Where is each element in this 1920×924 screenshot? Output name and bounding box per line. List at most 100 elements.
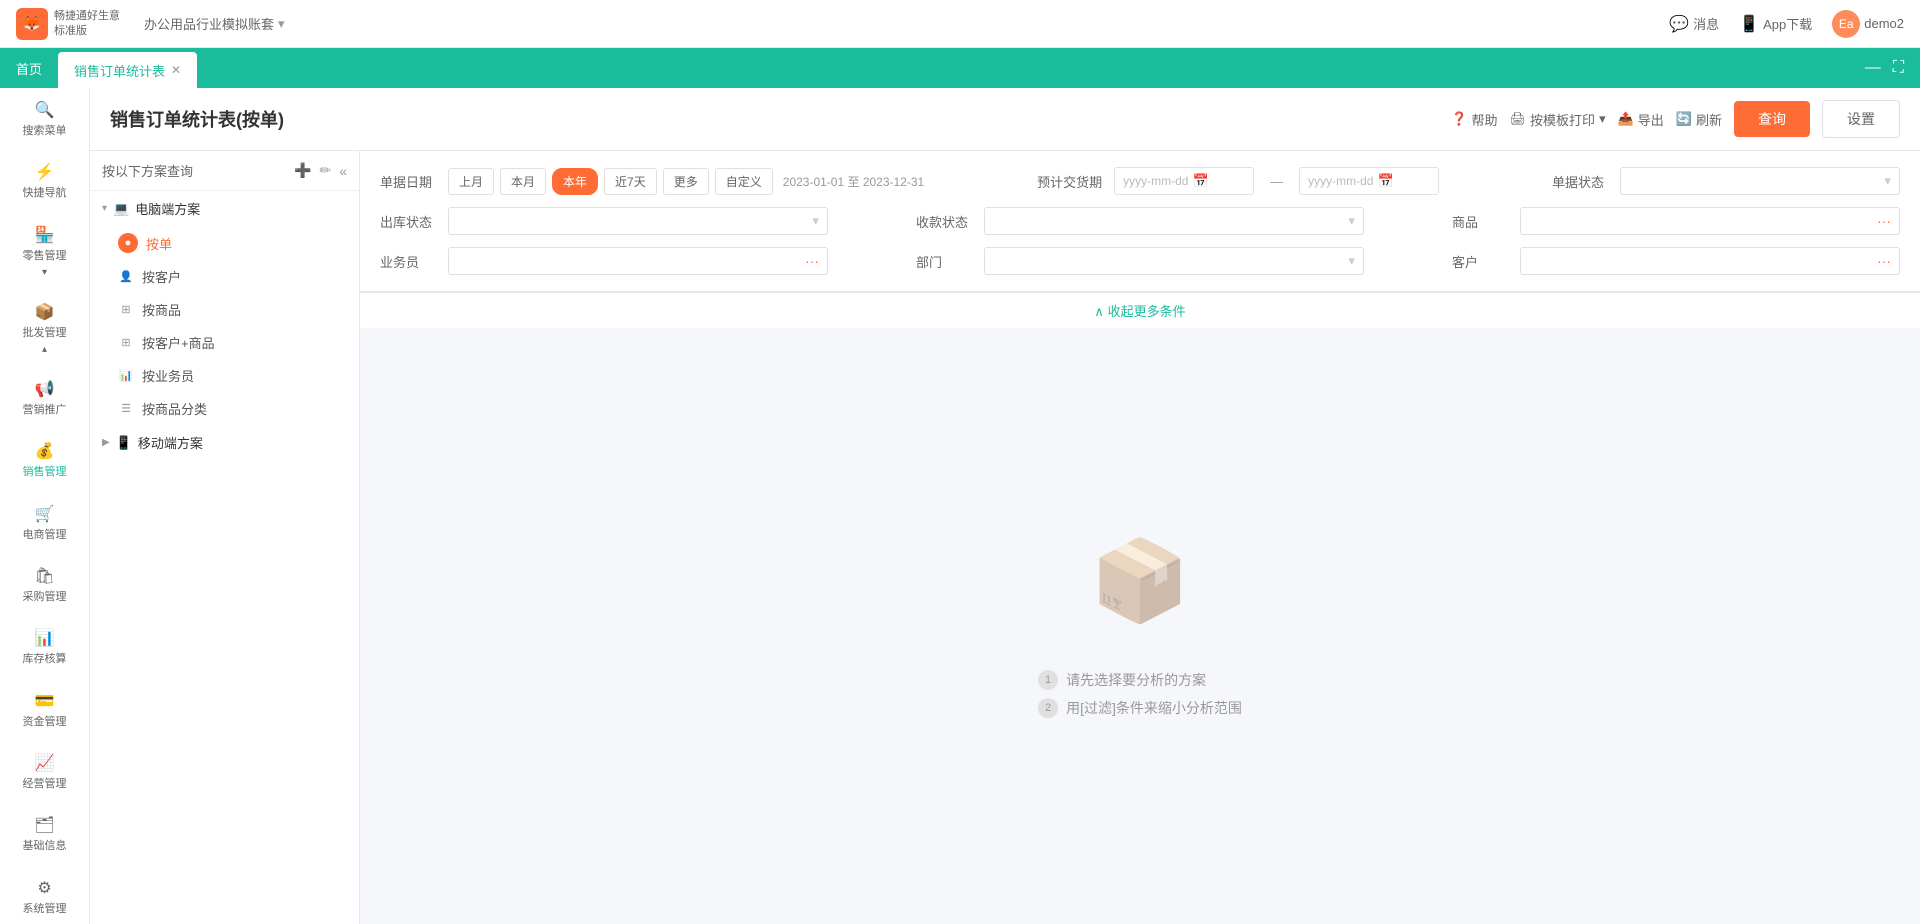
- last-7days-btn[interactable]: 近7天: [604, 168, 657, 195]
- customer-select[interactable]: ···: [1520, 247, 1900, 275]
- message-icon: 💬: [1669, 14, 1689, 34]
- print-icon: 🖨: [1510, 111, 1527, 127]
- tree-item-by-customer-goods[interactable]: ⊞ 按客户+商品: [90, 326, 359, 359]
- sidebar-item-wholesale[interactable]: 📦 批发管理 ▴: [0, 290, 89, 367]
- doc-status-select[interactable]: ▾: [1620, 167, 1900, 195]
- wholesale-arrow-icon: ▴: [42, 344, 47, 355]
- user-menu[interactable]: Ea demo2: [1832, 10, 1904, 38]
- goods-scheme-icon: ⊞: [118, 302, 134, 318]
- computer-icon: 💻: [113, 201, 129, 217]
- help-button[interactable]: ❓ 帮助: [1451, 110, 1497, 129]
- payment-select[interactable]: ▾: [984, 207, 1364, 235]
- page-title: 销售订单统计表(按单): [110, 106, 284, 132]
- date-range-text: 2023-01-01 至 2023-12-31: [783, 173, 924, 190]
- tree-mobile-caret-icon: ▶: [102, 437, 110, 448]
- wholesale-icon: 📦: [35, 302, 55, 322]
- breadcrumb-arrow-icon[interactable]: ▾: [278, 16, 285, 32]
- page-actions: ❓ 帮助 🖨 按模板打印 ▾ 📤 导出 🔄 刷新: [1451, 100, 1900, 138]
- sidebar-item-purchase[interactable]: 🛍 采购管理: [0, 554, 89, 616]
- inventory-icon: 📊: [35, 628, 55, 648]
- goods-label: 商品: [1452, 212, 1508, 231]
- edit-scheme-icon[interactable]: ✏: [319, 162, 331, 179]
- sidebar-item-quicknav[interactable]: ⚡ 快捷导航: [0, 150, 89, 212]
- last-month-btn[interactable]: 上月: [448, 168, 494, 195]
- tree-desktop-parent[interactable]: ▾ 💻 电脑端方案: [90, 191, 359, 226]
- tree-item-by-customer[interactable]: 👤 按客户: [90, 260, 359, 293]
- goods-select[interactable]: ···: [1520, 207, 1900, 235]
- close-tab-icon[interactable]: ✕: [171, 63, 181, 77]
- left-panel-header: 按以下方案查询 ➕ ✏ «: [90, 151, 359, 191]
- this-month-btn[interactable]: 本月: [500, 168, 546, 195]
- tree-item-by-goods[interactable]: ⊞ 按商品: [90, 293, 359, 326]
- selected-badge: ●: [118, 233, 138, 253]
- filter-row-1: 单据日期 上月 本月 本年 近7天 更多 自定义 2023-01-01 至 20…: [380, 167, 1900, 195]
- logo-text: 畅捷通好生意 标准版: [54, 9, 120, 38]
- tree-item-by-order[interactable]: ● 按单: [90, 226, 359, 260]
- collapse-panel-icon[interactable]: «: [339, 163, 347, 179]
- maximize-icon[interactable]: ⛶: [1893, 59, 1904, 77]
- expected-date-label: 预计交货期: [1037, 172, 1102, 191]
- sidebar-item-operations[interactable]: 📈 经营管理: [0, 741, 89, 803]
- sidebar-item-ecommerce[interactable]: 🛒 电商管理: [0, 492, 89, 554]
- date-label: 单据日期: [380, 172, 436, 191]
- left-panel-icons: ➕ ✏ «: [294, 162, 347, 179]
- delivery-select[interactable]: ▾: [448, 207, 828, 235]
- refresh-icon: 🔄: [1676, 111, 1692, 127]
- export-icon: 📤: [1618, 111, 1634, 127]
- page-header: 销售订单统计表(按单) ❓ 帮助 🖨 按模板打印 ▾ 📤 导出: [90, 88, 1920, 151]
- sidebar-item-system[interactable]: ⚙ 系统管理: [0, 866, 89, 924]
- right-content: 单据日期 上月 本月 本年 近7天 更多 自定义 2023-01-01 至 20…: [360, 151, 1920, 924]
- tab-sales-order[interactable]: 销售订单统计表 ✕: [58, 52, 197, 88]
- top-header: 🦊 畅捷通好生意 标准版 办公用品行业模拟账套 ▾ 💬 消息 📱 App下载 E…: [0, 0, 1920, 48]
- empty-hints: 1 请先选择要分析的方案 2 用[过滤]条件来缩小分析范围: [1038, 670, 1242, 718]
- message-button[interactable]: 💬 消息: [1669, 14, 1719, 34]
- refresh-button[interactable]: 🔄 刷新: [1676, 110, 1722, 129]
- salesman-more-icon[interactable]: ···: [805, 253, 819, 269]
- sidebar-item-sales[interactable]: 💰 销售管理: [0, 429, 89, 491]
- this-year-btn[interactable]: 本年: [552, 168, 598, 195]
- add-scheme-icon[interactable]: ➕: [294, 162, 311, 179]
- search-icon: 🔍: [35, 100, 55, 120]
- more-btn[interactable]: 更多: [663, 168, 709, 195]
- empty-hint-1: 1 请先选择要分析的方案: [1038, 670, 1242, 690]
- hint-num-2: 2: [1038, 698, 1058, 718]
- sidebar-item-basic[interactable]: 🗂 基础信息: [0, 803, 89, 865]
- sidebar-item-retail[interactable]: 🏪 零售管理 ▾: [0, 213, 89, 290]
- goods-more-icon[interactable]: ···: [1877, 213, 1891, 229]
- empty-hint-2: 2 用[过滤]条件来缩小分析范围: [1038, 698, 1242, 718]
- collapse-bar[interactable]: ∧ 收起更多条件: [360, 292, 1920, 328]
- expected-date-end[interactable]: yyyy-mm-dd 📅: [1299, 167, 1439, 195]
- tree-item-by-category[interactable]: ☰ 按商品分类: [90, 392, 359, 425]
- settings-button[interactable]: 设置: [1822, 100, 1900, 138]
- delivery-label: 出库状态: [380, 212, 436, 231]
- ecommerce-icon: 🛒: [35, 504, 55, 524]
- customer-goods-scheme-icon: ⊞: [118, 335, 134, 351]
- app-download-button[interactable]: 📱 App下载: [1739, 14, 1812, 34]
- sidebar-item-search[interactable]: 🔍 搜索菜单: [0, 88, 89, 150]
- tree-mobile-parent[interactable]: ▶ 📱 移动端方案: [90, 425, 359, 460]
- department-select[interactable]: ▾: [984, 247, 1364, 275]
- main-body: 按以下方案查询 ➕ ✏ « ▾ 💻 电脑端方案 ● 按单: [90, 151, 1920, 924]
- logo-area: 🦊 畅捷通好生意 标准版: [16, 8, 120, 40]
- customer-more-icon[interactable]: ···: [1877, 253, 1891, 269]
- department-arrow-icon: ▾: [1348, 253, 1355, 269]
- sidebar-item-marketing[interactable]: 📢 营销推广: [0, 367, 89, 429]
- sidebar-item-finance[interactable]: 💳 资金管理: [0, 679, 89, 741]
- print-button[interactable]: 🖨 按模板打印 ▾: [1510, 110, 1606, 129]
- operations-icon: 📈: [35, 753, 55, 773]
- department-label: 部门: [916, 252, 972, 271]
- tab-home[interactable]: 首页: [0, 48, 58, 88]
- salesman-select[interactable]: ···: [448, 247, 828, 275]
- left-panel: 按以下方案查询 ➕ ✏ « ▾ 💻 电脑端方案 ● 按单: [90, 151, 360, 924]
- tree-item-by-salesman[interactable]: 📊 按业务员: [90, 359, 359, 392]
- filter-row-3: 业务员 ··· 部门 ▾ 客户: [380, 247, 1900, 275]
- export-button[interactable]: 📤 导出: [1618, 110, 1664, 129]
- app-icon: 📱: [1739, 14, 1759, 34]
- custom-btn[interactable]: 自定义: [715, 168, 773, 195]
- sidebar-item-inventory[interactable]: 📊 库存核算: [0, 616, 89, 678]
- content-area: 销售订单统计表(按单) ❓ 帮助 🖨 按模板打印 ▾ 📤 导出: [90, 88, 1920, 924]
- query-button[interactable]: 查询: [1734, 101, 1810, 137]
- expected-date-start[interactable]: yyyy-mm-dd 📅: [1114, 167, 1254, 195]
- minimize-icon[interactable]: —: [1865, 59, 1881, 77]
- window-controls: — ⛶: [1849, 59, 1920, 77]
